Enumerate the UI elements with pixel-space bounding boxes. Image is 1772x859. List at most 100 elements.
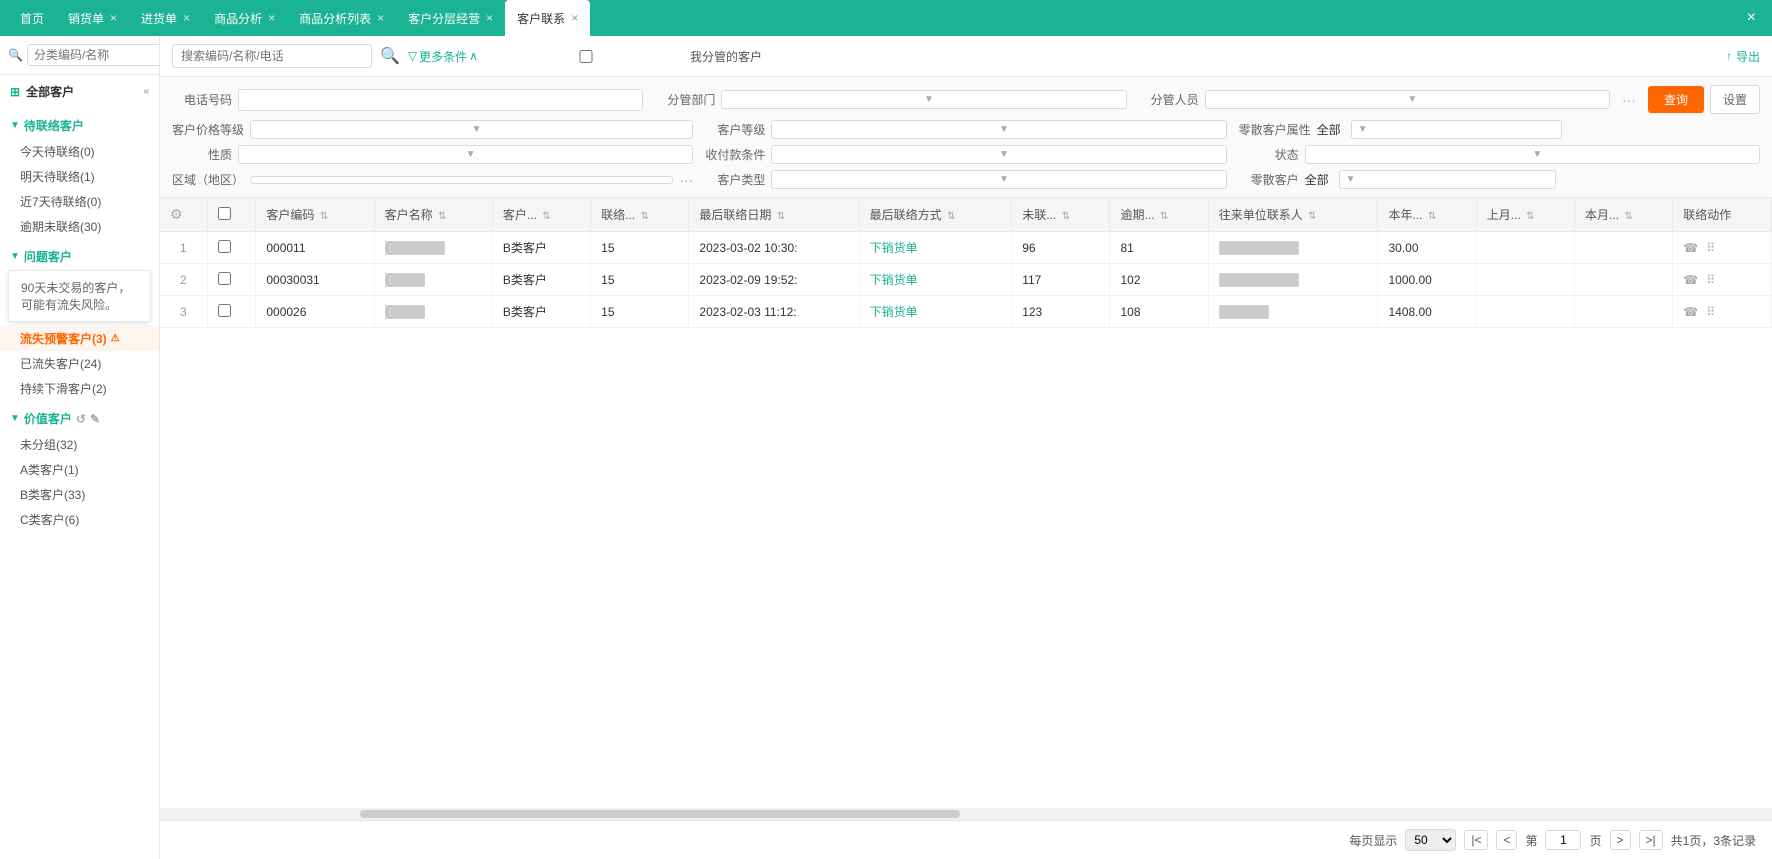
- col-this-year[interactable]: 本年... ⇅: [1378, 198, 1476, 232]
- tab-home[interactable]: 首页: [8, 0, 56, 36]
- row-last-way-link-1[interactable]: 下销货单: [870, 273, 918, 287]
- filter-icon: ▽: [408, 49, 417, 63]
- search-button[interactable]: 🔍: [380, 46, 400, 66]
- action-more-0[interactable]: ⠿: [1706, 241, 1715, 255]
- price-level-select[interactable]: ▼: [250, 120, 693, 139]
- refresh-icon[interactable]: ↺: [76, 412, 86, 426]
- sidebar-root[interactable]: ⊞ 全部客户 «: [0, 75, 159, 108]
- tab-customer-layer-close[interactable]: ×: [486, 11, 493, 25]
- search-input[interactable]: [172, 44, 372, 68]
- person-select[interactable]: ▼: [1205, 90, 1610, 109]
- sidebar-search-input[interactable]: [27, 44, 160, 66]
- sidebar-item-today[interactable]: 今天待联络(0): [0, 139, 159, 164]
- col-last-way[interactable]: 最后联络方式 ⇅: [859, 198, 1012, 232]
- action-phone-1[interactable]: ☎: [1683, 273, 1698, 287]
- settings-col-header[interactable]: ⚙: [160, 198, 207, 232]
- select-all-checkbox[interactable]: [218, 207, 231, 220]
- row-last-way-link-2[interactable]: 下销货单: [870, 305, 918, 319]
- dept-select[interactable]: ▼: [721, 90, 1126, 109]
- action-more-1[interactable]: ⠿: [1706, 273, 1715, 287]
- settings-button[interactable]: 设置: [1710, 85, 1760, 114]
- tab-purchase-close[interactable]: ×: [183, 11, 190, 25]
- phone-input[interactable]: [238, 89, 643, 111]
- per-page-select[interactable]: 50 100 200: [1405, 829, 1456, 851]
- tab-bar-close-all[interactable]: ×: [1739, 9, 1764, 27]
- sidebar-item-7days[interactable]: 近7天待联络(0): [0, 189, 159, 214]
- row-select-2[interactable]: [218, 304, 231, 317]
- tab-customer-contact[interactable]: 客户联系 ×: [505, 0, 590, 36]
- filter-more-btn[interactable]: ▽ 更多条件 ∧: [408, 48, 478, 65]
- more-dots-1[interactable]: ···: [1622, 92, 1636, 108]
- row-checkbox-0: [207, 232, 256, 264]
- tab-customer-layer[interactable]: 客户分层经营 ×: [396, 0, 505, 36]
- sidebar-item-overdue[interactable]: 逾期未联络(30): [0, 214, 159, 239]
- col-last-date[interactable]: 最后联络日期 ⇅: [689, 198, 859, 232]
- horizontal-scrollbar[interactable]: [160, 808, 1772, 820]
- edit-icon[interactable]: ✎: [90, 412, 100, 426]
- level-select[interactable]: ▼: [771, 120, 1226, 139]
- sidebar-item-class-a[interactable]: A类客户(1): [0, 457, 159, 482]
- sidebar-group-value-title[interactable]: ▼ 价值客户 ↺ ✎: [0, 405, 159, 432]
- col-last-month[interactable]: 上月... ⇅: [1476, 198, 1574, 232]
- col-code[interactable]: 客户编码 ⇅: [256, 198, 374, 232]
- person-label: 分管人员: [1139, 91, 1199, 108]
- prev-page-btn[interactable]: <: [1496, 830, 1517, 850]
- col-overdue[interactable]: 逾期... ⇅: [1110, 198, 1208, 232]
- col-contact[interactable]: 联络... ⇅: [591, 198, 689, 232]
- scrollbar-thumb[interactable]: [360, 810, 960, 818]
- tab-sales[interactable]: 销货单 ×: [56, 0, 129, 36]
- sidebar-item-class-c[interactable]: C类客户(6): [0, 507, 159, 532]
- sidebar-group-problem-title[interactable]: ▼ 问题客户: [0, 243, 159, 270]
- row-select-1[interactable]: [218, 272, 231, 285]
- sidebar-item-ungrouped[interactable]: 未分组(32): [0, 432, 159, 457]
- action-phone-0[interactable]: ☎: [1683, 241, 1698, 255]
- status-label: 状态: [1239, 146, 1299, 163]
- col-person[interactable]: 往来单位联系人 ⇅: [1208, 198, 1378, 232]
- row-select-0[interactable]: [218, 240, 231, 253]
- tab-customer-contact-close[interactable]: ×: [571, 11, 578, 25]
- region-select[interactable]: [250, 176, 673, 184]
- payment-select[interactable]: ▼: [771, 145, 1226, 164]
- col-unlinked[interactable]: 未联... ⇅: [1012, 198, 1110, 232]
- row-type-2: B类客户: [492, 296, 590, 328]
- sidebar-group-pending-title[interactable]: ▼ 待联络客户: [0, 112, 159, 139]
- tab-purchase[interactable]: 进货单 ×: [129, 0, 202, 36]
- last-page-btn[interactable]: >|: [1639, 830, 1663, 850]
- row-last-way-link-0[interactable]: 下销货单: [870, 241, 918, 255]
- gender-select[interactable]: ▼: [238, 145, 693, 164]
- settings-icon[interactable]: ⚙: [170, 206, 183, 222]
- my-customers-check[interactable]: [486, 50, 686, 63]
- sidebar-group-problem: ▼ 问题客户 90天未交易的客户，可能有流失风险。 流失预警客户(3) ⚠ 已流…: [0, 243, 159, 401]
- tab-analysis-close[interactable]: ×: [268, 11, 275, 25]
- status-select[interactable]: ▼: [1305, 145, 1760, 164]
- zero-customer-select[interactable]: ▼: [1339, 170, 1557, 189]
- tab-analysis-list-close[interactable]: ×: [377, 11, 384, 25]
- tab-analysis-list[interactable]: 商品分析列表 ×: [287, 0, 396, 36]
- export-button[interactable]: ↑ 导出: [1726, 48, 1760, 65]
- sidebar-item-churned[interactable]: 已流失客户(24): [0, 351, 159, 376]
- tab-sales-close[interactable]: ×: [110, 11, 117, 25]
- sidebar-item-class-b[interactable]: B类客户(33): [0, 482, 159, 507]
- query-button[interactable]: 查询: [1648, 86, 1704, 113]
- customer-type-select[interactable]: ▼: [771, 170, 1226, 189]
- more-dots-2[interactable]: ···: [679, 172, 693, 188]
- chevron-down-icon3: ▼: [1407, 94, 1603, 105]
- col-type[interactable]: 客户... ⇅: [492, 198, 590, 232]
- row-this-month-1: [1575, 264, 1673, 296]
- sidebar-item-declining[interactable]: 持续下滑客户(2): [0, 376, 159, 401]
- page-input[interactable]: [1545, 830, 1581, 850]
- tab-analysis[interactable]: 商品分析 ×: [202, 0, 287, 36]
- col-person-label: 往来单位联系人: [1219, 208, 1303, 222]
- sidebar-item-tomorrow[interactable]: 明天待联络(1): [0, 164, 159, 189]
- collapse-icon: «: [143, 86, 149, 97]
- sidebar-item-churn-warning[interactable]: 流失预警客户(3) ⚠: [0, 326, 159, 351]
- next-page-btn[interactable]: >: [1610, 830, 1631, 850]
- action-phone-2[interactable]: ☎: [1683, 305, 1698, 319]
- col-this-month[interactable]: 本月... ⇅: [1575, 198, 1673, 232]
- my-customers-checkbox[interactable]: 我分管的客户: [486, 48, 762, 65]
- action-more-2[interactable]: ⠿: [1706, 305, 1715, 319]
- zero-attr-select[interactable]: ▼: [1351, 120, 1563, 139]
- first-page-btn[interactable]: |<: [1464, 830, 1488, 850]
- col-name[interactable]: 客户名称 ⇅: [374, 198, 492, 232]
- sidebar-search-icon: 🔍: [8, 48, 23, 62]
